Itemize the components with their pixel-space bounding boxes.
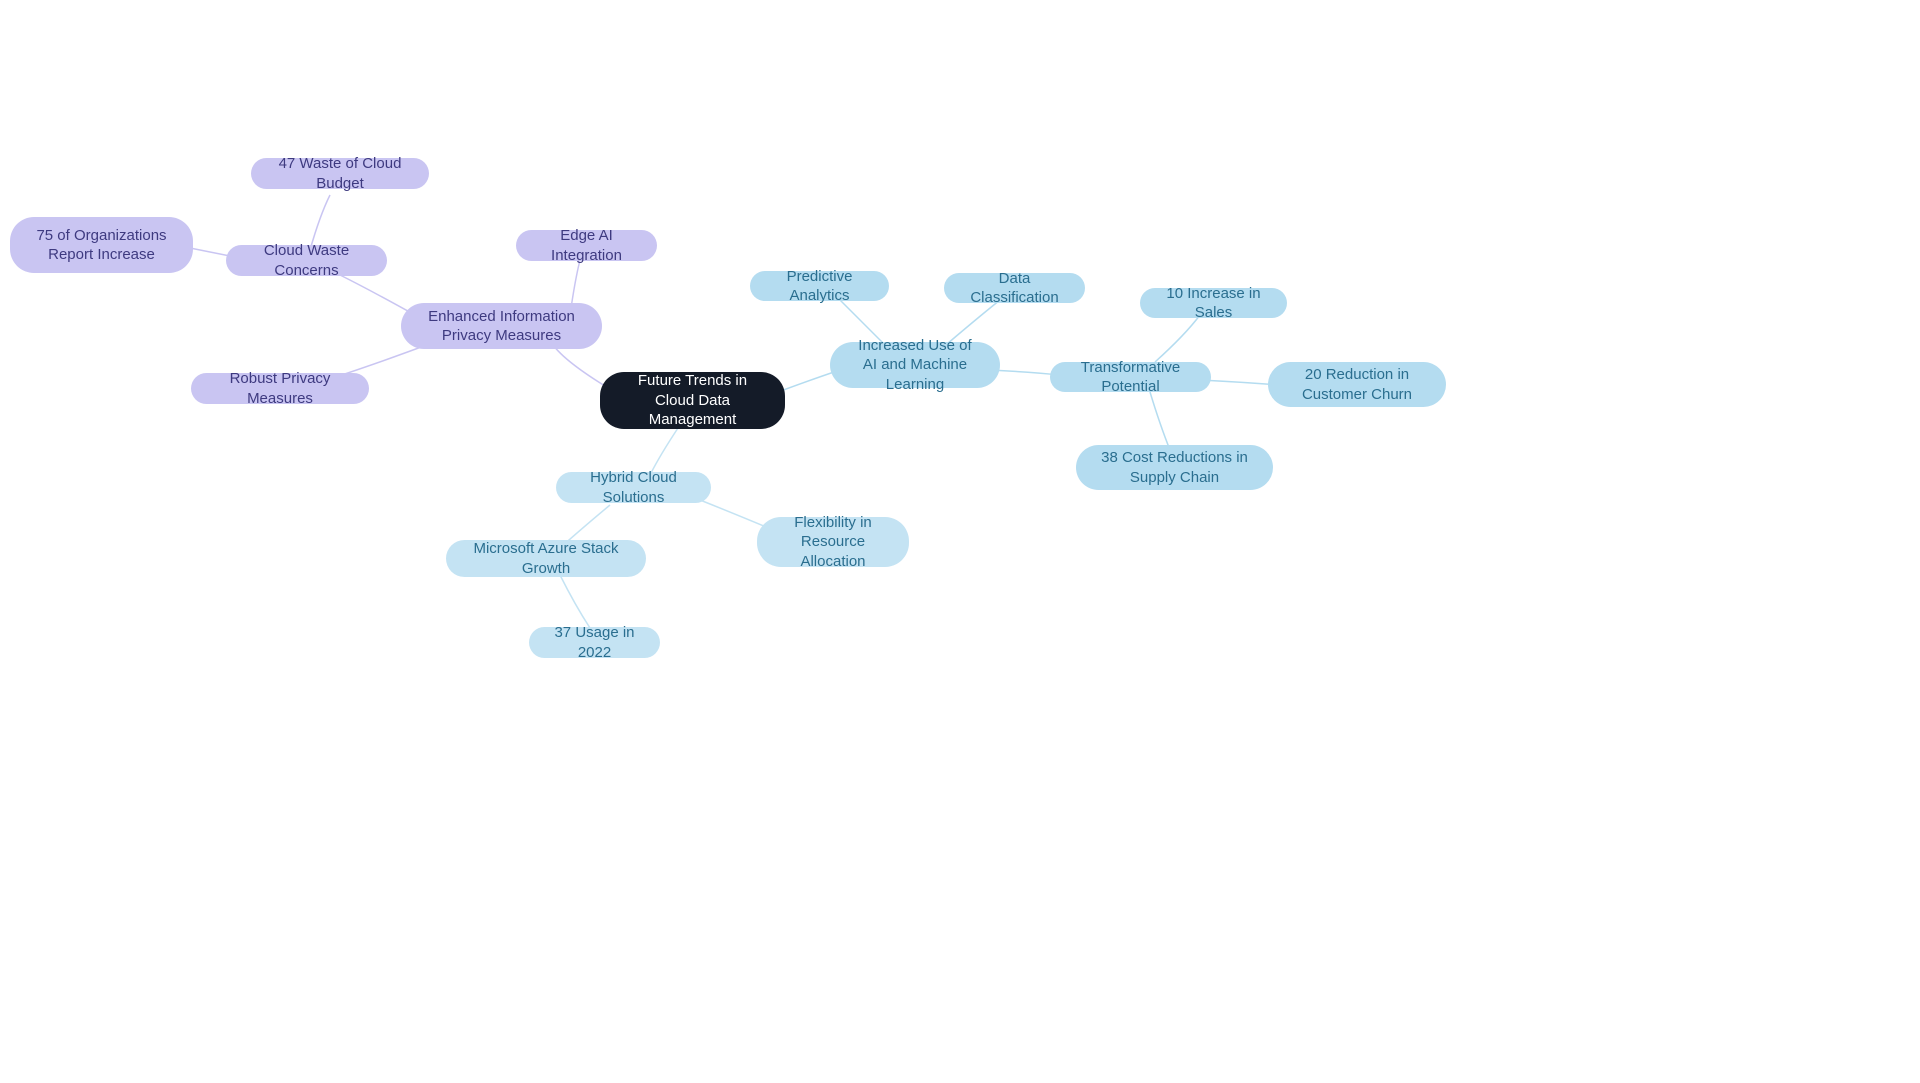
flex-node: Flexibility in Resource Allocation [757, 517, 909, 567]
root-node: Future Trends in Cloud Data Management [600, 372, 785, 429]
hybrid-node: Hybrid Cloud Solutions [556, 472, 711, 503]
usage-node: 37 Usage in 2022 [529, 627, 660, 658]
budget-label: 47 Waste of Cloud Budget [271, 154, 409, 193]
classification-node: Data Classification [944, 273, 1085, 303]
robust-label: Robust Privacy Measures [211, 369, 349, 408]
predictive-node: Predictive Analytics [750, 271, 889, 301]
edge-ai-label: Edge AI Integration [536, 226, 637, 265]
azure-label: Microsoft Azure Stack Growth [466, 539, 626, 578]
hybrid-label: Hybrid Cloud Solutions [576, 468, 691, 507]
increase-node: 75 of Organizations Report Increase [10, 217, 193, 273]
increase-label: 75 of Organizations Report Increase [30, 226, 173, 265]
waste-label: Cloud Waste Concerns [246, 241, 367, 280]
sales-label: 10 Increase in Sales [1160, 284, 1267, 323]
edge-ai-node: Edge AI Integration [516, 230, 657, 261]
waste-node: Cloud Waste Concerns [226, 245, 387, 276]
azure-node: Microsoft Azure Stack Growth [446, 540, 646, 577]
churn-label: 20 Reduction in Customer Churn [1288, 365, 1426, 404]
usage-label: 37 Usage in 2022 [549, 623, 640, 662]
privacy-node: Enhanced Information Privacy Measures [401, 303, 602, 349]
budget-node: 47 Waste of Cloud Budget [251, 158, 429, 189]
sales-node: 10 Increase in Sales [1140, 288, 1287, 318]
ai-label: Increased Use of AI and Machine Learning [850, 336, 980, 395]
flex-label: Flexibility in Resource Allocation [777, 513, 889, 572]
root-label: Future Trends in Cloud Data Management [620, 371, 765, 430]
supply-label: 38 Cost Reductions in Supply Chain [1096, 448, 1253, 487]
robust-node: Robust Privacy Measures [191, 373, 369, 404]
ai-node: Increased Use of AI and Machine Learning [830, 342, 1000, 388]
classification-label: Data Classification [964, 269, 1065, 308]
predictive-label: Predictive Analytics [770, 267, 869, 306]
churn-node: 20 Reduction in Customer Churn [1268, 362, 1446, 407]
transformative-label: Transformative Potential [1070, 358, 1191, 397]
transformative-node: Transformative Potential [1050, 362, 1211, 392]
privacy-label: Enhanced Information Privacy Measures [421, 307, 582, 346]
supply-node: 38 Cost Reductions in Supply Chain [1076, 445, 1273, 490]
